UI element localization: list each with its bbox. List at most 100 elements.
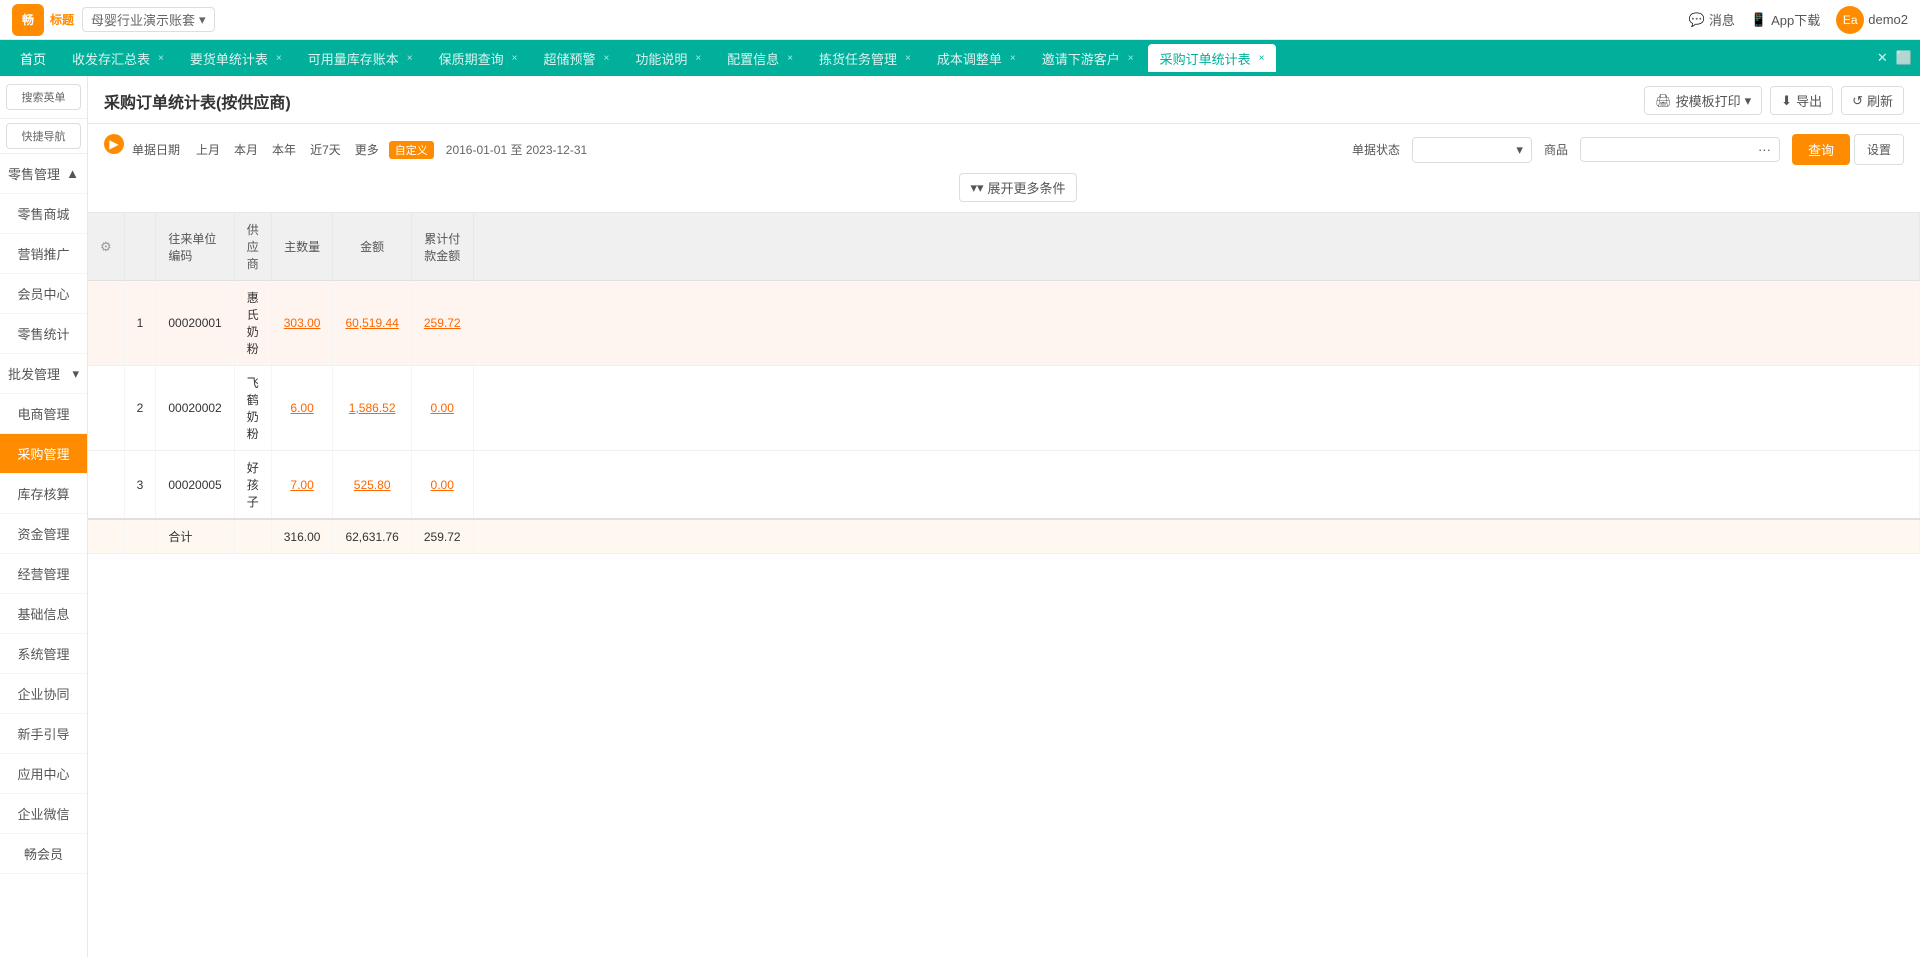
tab-gongnengshuo[interactable]: 功能说明 × xyxy=(623,44,713,72)
app-download-btn[interactable]: 📱 App下载 xyxy=(1751,10,1820,29)
export-icon: ⬇ xyxy=(1781,93,1792,109)
quick-nav-button[interactable]: 快捷导航 xyxy=(6,123,81,149)
sidebar-item-retail[interactable]: 零售管理 ▲ xyxy=(0,154,87,194)
sidebar-item-vip[interactable]: 畅会员 xyxy=(0,834,87,874)
tab-shoufayuhui[interactable]: 收发存汇总表 × xyxy=(60,44,176,72)
tab-yaohuo[interactable]: 要货单统计表 × xyxy=(178,44,294,72)
td-quantity[interactable]: 6.00 xyxy=(271,366,333,451)
close-icon[interactable]: × xyxy=(603,53,609,64)
sidebar-item-retail-stats[interactable]: 零售统计 xyxy=(0,314,87,354)
td-paid-amount[interactable]: 0.00 xyxy=(411,451,473,520)
close-icon[interactable]: × xyxy=(512,53,518,64)
close-icon[interactable]: × xyxy=(787,53,793,64)
search-button[interactable]: 搜索英单 xyxy=(6,84,81,110)
sidebar-item-system[interactable]: 系统管理 xyxy=(0,634,87,674)
sidebar-item-basic[interactable]: 基础信息 xyxy=(0,594,87,634)
goods-more-icon[interactable]: ··· xyxy=(1758,142,1771,157)
close-icon[interactable]: × xyxy=(695,53,701,64)
tab-keyonglianku[interactable]: 可用量库存账本 × xyxy=(296,44,425,72)
sidebar: 搜索英单 快捷导航 零售管理 ▲ 零售商城 营销推广 会员中心 零售统计 批发管… xyxy=(0,76,88,957)
sidebar-item-wechat[interactable]: 企业微信 xyxy=(0,794,87,834)
th-paid-amount: 累计付款金额 xyxy=(411,213,473,281)
tab-baoyuanqi[interactable]: 保质期查询 × xyxy=(427,44,530,72)
maximize-icon[interactable]: ⬜ xyxy=(1896,50,1912,66)
export-button[interactable]: ⬇ 导出 xyxy=(1770,86,1833,115)
status-dropdown-icon: ▾ xyxy=(1516,142,1523,158)
column-settings-icon[interactable]: ⚙ xyxy=(100,239,112,254)
sidebar-item-appcenter[interactable]: 应用中心 xyxy=(0,754,87,794)
td-quantity[interactable]: 303.00 xyxy=(271,281,333,366)
tab-peizhixinxi[interactable]: 配置信息 × xyxy=(715,44,805,72)
td-paid-amount[interactable]: 0.00 xyxy=(411,366,473,451)
td-paid-amount[interactable]: 259.72 xyxy=(411,281,473,366)
shortcut-this-year[interactable]: 本年 xyxy=(268,139,300,160)
table-row: 1 00020001 惠氏奶粉 303.00 60,519.44 259.72 xyxy=(88,281,1920,366)
vip-label: 畅会员 xyxy=(24,844,63,863)
message-icon: 💬 xyxy=(1689,12,1705,28)
refresh-button[interactable]: ↺ 刷新 xyxy=(1841,86,1904,115)
tab-label: 拣货任务管理 xyxy=(819,49,897,68)
close-icon[interactable]: × xyxy=(158,53,164,64)
settings-button[interactable]: 设置 xyxy=(1854,134,1904,165)
main-layout: 搜索英单 快捷导航 零售管理 ▲ 零售商城 营销推广 会员中心 零售统计 批发管… xyxy=(0,76,1920,957)
content-area: 采购订单统计表(按供应商) 🖨 按模板打印 ▾ ⬇ 导出 ↺ 刷新 xyxy=(88,76,1920,957)
message-btn[interactable]: 💬 消息 xyxy=(1689,10,1735,29)
close-icon[interactable]: × xyxy=(1010,53,1016,64)
th-unit-code: 往来单位编码 xyxy=(156,213,234,281)
tab-chaochuyujing[interactable]: 超储预警 × xyxy=(531,44,621,72)
sidebar-item-ecommerce[interactable]: 电商管理 xyxy=(0,394,87,434)
print-button[interactable]: 🖨 按模板打印 ▾ xyxy=(1644,86,1762,115)
tab-label: 保质期查询 xyxy=(439,49,504,68)
close-icon[interactable]: × xyxy=(905,53,911,64)
tab-label: 超储预警 xyxy=(543,49,595,68)
app-download-label: App下载 xyxy=(1771,10,1820,29)
td-amount[interactable]: 1,586.52 xyxy=(333,366,411,451)
sidebar-item-inventory[interactable]: 库存核算 xyxy=(0,474,87,514)
sidebar-item-enterprise[interactable]: 企业协同 xyxy=(0,674,87,714)
expand-button[interactable]: ▾▾ 展开更多条件 xyxy=(959,173,1076,202)
shortcut-this-month[interactable]: 本月 xyxy=(230,139,262,160)
user-area[interactable]: Ea demo2 xyxy=(1836,6,1908,34)
shortcut-7days[interactable]: 近7天 xyxy=(306,139,345,160)
tab-home[interactable]: 首页 xyxy=(8,44,58,72)
close-icon[interactable]: × xyxy=(276,53,282,64)
sidebar-item-operations[interactable]: 经营管理 xyxy=(0,554,87,594)
ecommerce-label: 电商管理 xyxy=(17,404,69,423)
appcenter-label: 应用中心 xyxy=(17,764,69,783)
close-icon[interactable]: × xyxy=(407,53,413,64)
sidebar-item-wholesale[interactable]: 批发管理 ▾ xyxy=(0,354,87,394)
username: demo2 xyxy=(1868,12,1908,27)
top-bar-left: 畅 标题 母婴行业演示账套 ▾ xyxy=(12,4,215,36)
sidebar-item-purchase[interactable]: 采购管理 xyxy=(0,434,87,474)
logo-text: 标题 xyxy=(50,11,74,28)
td-amount[interactable]: 525.80 xyxy=(333,451,411,520)
table-row: 2 00020002 飞鹤奶粉 6.00 1,586.52 0.00 xyxy=(88,366,1920,451)
shortcut-last-month[interactable]: 上月 xyxy=(192,139,224,160)
td-unit-code: 00020005 xyxy=(156,451,234,520)
tab-yaoqingxiayouke[interactable]: 邀请下游客户 × xyxy=(1030,44,1146,72)
tab-caigoudingdan[interactable]: 采购订单统计表 × xyxy=(1148,44,1277,72)
tab-chenbendiaozheng[interactable]: 成本调整单 × xyxy=(925,44,1028,72)
tab-taschuorenwu[interactable]: 拣货任务管理 × xyxy=(807,44,923,72)
sidebar-item-marketing[interactable]: 营销推广 xyxy=(0,234,87,274)
close-icon[interactable]: × xyxy=(1259,53,1265,64)
data-table-container: ⚙ 往来单位编码 供应商 主数量 金额 累计付款金额 1 xyxy=(88,213,1920,957)
date-shortcuts: 上月 本月 本年 近7天 更多 自定义 xyxy=(192,139,434,160)
th-settings[interactable]: ⚙ xyxy=(88,213,124,281)
query-button[interactable]: 查询 xyxy=(1792,134,1850,165)
close-icon[interactable]: × xyxy=(1128,53,1134,64)
sidebar-item-finance[interactable]: 资金管理 xyxy=(0,514,87,554)
filter-expand-row: ▾▾ 展开更多条件 xyxy=(132,173,1904,202)
status-select[interactable]: ▾ xyxy=(1412,137,1532,163)
sidebar-item-retail-shop[interactable]: 零售商城 xyxy=(0,194,87,234)
sidebar-item-members[interactable]: 会员中心 xyxy=(0,274,87,314)
td-amount[interactable]: 60,519.44 xyxy=(333,281,411,366)
goods-input[interactable]: ··· xyxy=(1580,137,1780,162)
td-quantity[interactable]: 7.00 xyxy=(271,451,333,520)
sidebar-item-newguide[interactable]: 新手引导 xyxy=(0,714,87,754)
workspace-selector[interactable]: 母婴行业演示账套 ▾ xyxy=(82,7,215,32)
shortcut-more[interactable]: 更多 xyxy=(351,139,383,160)
toggle-filter-button[interactable]: ▶ xyxy=(104,134,124,154)
close-all-icon[interactable]: ✕ xyxy=(1877,50,1888,66)
custom-date-tag[interactable]: 自定义 xyxy=(389,141,434,159)
